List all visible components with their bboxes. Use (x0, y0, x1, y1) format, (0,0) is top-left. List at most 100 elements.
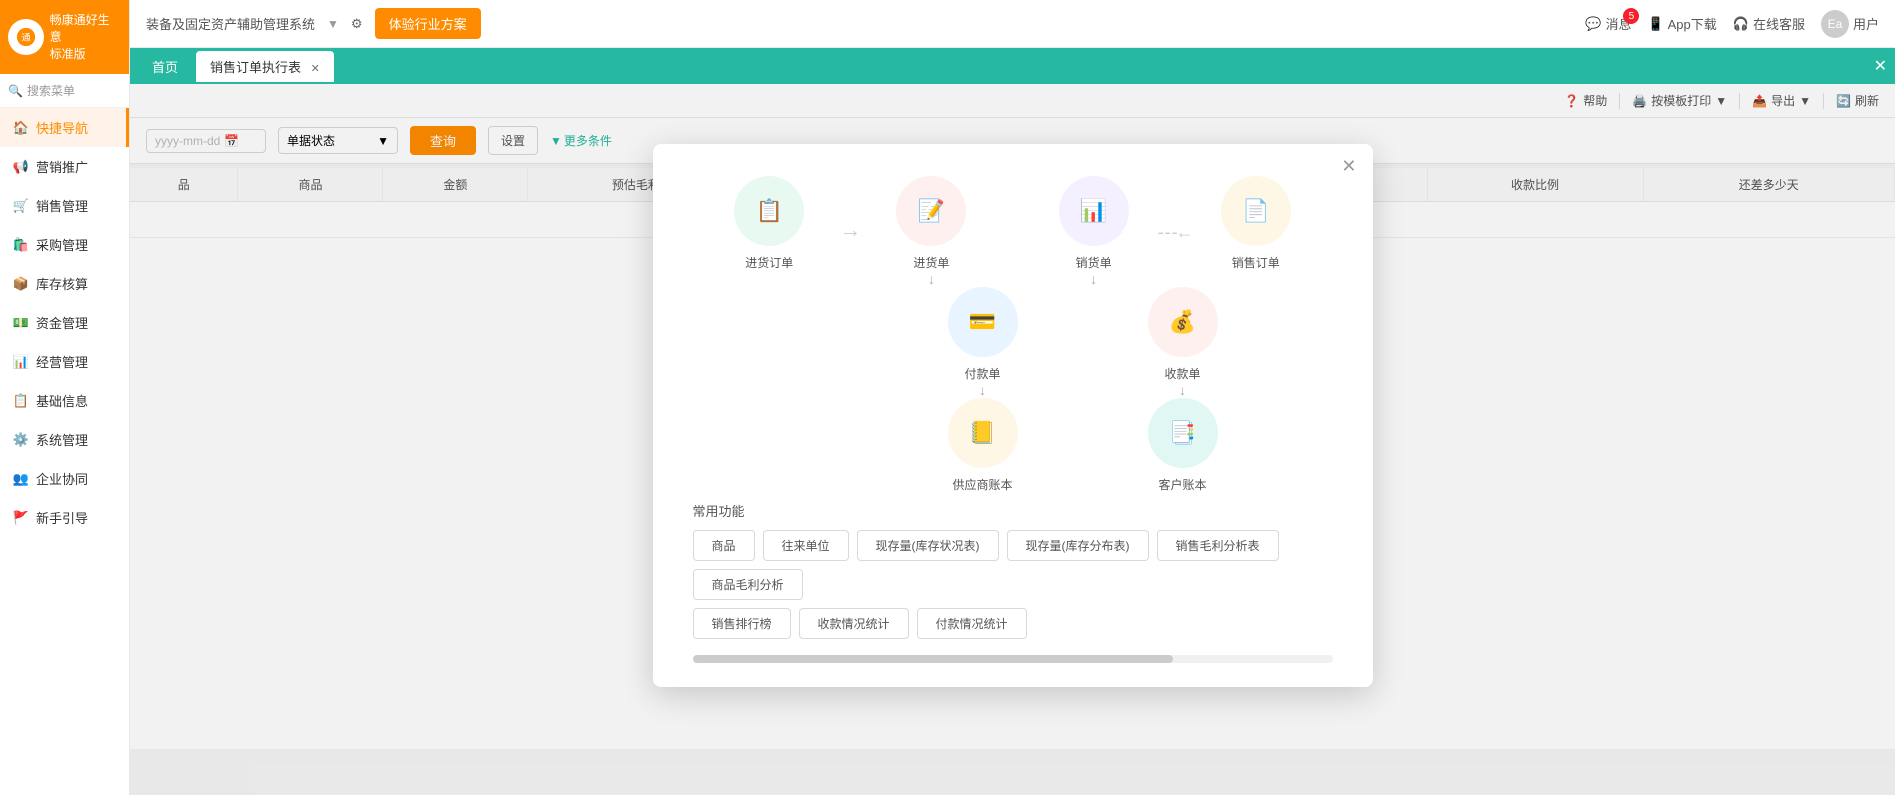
modal-scrollbar[interactable] (693, 655, 1333, 663)
sidebar-item-system[interactable]: ⚙️ 系统管理 (0, 420, 129, 459)
receipt-bill-label: 收款单 (1164, 365, 1200, 382)
sidebar-item-purchase[interactable]: 🛍️ 采购管理 (0, 225, 129, 264)
func-btn-sales-gross[interactable]: 销售毛利分析表 (1157, 530, 1279, 561)
common-funcs: 常用功能 商品 往来单位 现存量(库存状况表) 现存量(库存分布表) 销售毛利分… (693, 501, 1333, 639)
system-dropdown-icon[interactable]: ▼ (327, 17, 339, 31)
down-arrows-row-2: ↓ ↓ (693, 382, 1333, 398)
payment-bill-icon[interactable]: 💳 (948, 287, 1018, 357)
sidebar-item-marketing[interactable]: 📢 营销推广 (0, 147, 129, 186)
common-funcs-btns-2: 销售排行榜 收款情况统计 付款情况统计 (693, 608, 1333, 639)
flow-col-sales-bill: 📊 销货单 (1037, 176, 1151, 271)
customer-ledger-icon[interactable]: 📑 (1148, 398, 1218, 468)
chart-icon: 📊 (12, 353, 30, 371)
down-arrow-sales: ↓ (1037, 271, 1151, 287)
common-funcs-title: 常用功能 (693, 501, 1333, 520)
sidebar-item-quick-nav[interactable]: 🏠 快捷导航 (0, 108, 129, 147)
func-btn-sales-rank[interactable]: 销售排行榜 (693, 608, 791, 639)
sales-bill-icon[interactable]: 📊 (1059, 176, 1129, 246)
flow-mid-row: 💳 付款单 💰 收款单 (693, 287, 1333, 382)
func-btn-product[interactable]: 商品 (693, 530, 755, 561)
search-icon: 🔍 (8, 84, 23, 98)
settings-icon[interactable]: ⚙ (351, 16, 363, 32)
user-menu[interactable]: Ea 用户 (1821, 10, 1879, 38)
modal-scrollbar-thumb (693, 655, 1173, 663)
sidebar-item-enterprise[interactable]: 👥 企业协同 (0, 459, 129, 498)
sidebar-item-inventory[interactable]: 📦 库存核算 (0, 264, 129, 303)
sidebar-nav: 🏠 快捷导航 📢 营销推广 🛒 销售管理 🛍️ 采购管理 📦 库存核算 💵 (0, 108, 129, 795)
func-btn-counterparty[interactable]: 往来单位 (763, 530, 849, 561)
sidebar-item-sales[interactable]: 🛒 销售管理 (0, 186, 129, 225)
modal-close-btn[interactable]: ✕ (1341, 156, 1356, 177)
tabbar-close-btn[interactable]: ✕ (1874, 56, 1887, 76)
down-arrow-purchase: ↓ (875, 271, 989, 287)
arrow-right-1: → (826, 217, 875, 271)
sidebar: 通 畅康通好生意 标准版 🔍 搜索菜单 🏠 快捷导航 📢 营销推广 🛒 销售管理 (0, 0, 130, 795)
down-arrow-payment: ↓ (913, 382, 1053, 398)
sidebar-item-newbie[interactable]: 🚩 新手引导 (0, 498, 129, 537)
down-arrow-receipt: ↓ (1113, 382, 1253, 398)
flow-chart: 📋 进货订单 → 📝 进货单 (693, 176, 1333, 493)
flow-col-payment: 💳 付款单 (913, 287, 1053, 382)
flow-col-purchase-order: 📋 进货订单 (713, 176, 827, 271)
purchase-bill-label: 进货单 (913, 254, 949, 271)
func-btn-receipt-stats[interactable]: 收款情况统计 (799, 608, 909, 639)
common-funcs-btns: 商品 往来单位 现存量(库存状况表) 现存量(库存分布表) 销售毛利分析表 商品… (693, 530, 1333, 600)
purchase-order-label: 进货订单 (745, 254, 793, 271)
dollar-icon: 💵 (12, 314, 30, 332)
tab-close-btn[interactable]: ✕ (311, 63, 320, 75)
mobile-icon: 📱 (1647, 16, 1663, 32)
bag-icon: 🛍️ (12, 236, 30, 254)
spacer-1 (988, 243, 1037, 271)
supplier-ledger-icon[interactable]: 📒 (948, 398, 1018, 468)
arrow-dashed-left: - - -← (1150, 222, 1199, 271)
sales-order-icon[interactable]: 📄 (1221, 176, 1291, 246)
func-btn-stock-dist[interactable]: 现存量(库存分布表) (1007, 530, 1149, 561)
online-support-btn[interactable]: 🎧 在线客服 (1733, 14, 1805, 33)
sidebar-logo: 通 畅康通好生意 标准版 (0, 0, 129, 74)
flow-col-customer-ledger: 📑 客户账本 (1113, 398, 1253, 493)
main-content: 装备及固定资产辅助管理系统 ▼ ⚙ 体验行业方案 💬 消息 5 📱 App下载 … (130, 0, 1895, 795)
message-badge: 5 (1623, 8, 1639, 24)
func-btn-product-gross[interactable]: 商品毛利分析 (693, 569, 803, 600)
topbar: 装备及固定资产辅助管理系统 ▼ ⚙ 体验行业方案 💬 消息 5 📱 App下载 … (130, 0, 1895, 48)
tabbar: 首页 销售订单执行表 ✕ ✕ (130, 48, 1895, 84)
app-download-btn[interactable]: 📱 App下载 (1647, 14, 1716, 33)
flow-col-purchase-bill: 📝 进货单 (875, 176, 989, 271)
users-icon: 👥 (12, 470, 30, 488)
headset-icon: 🎧 (1733, 16, 1749, 32)
system-name: 装备及固定资产辅助管理系统 (146, 14, 315, 33)
flow-bot-row: 📒 供应商账本 📑 客户账本 (693, 398, 1333, 493)
sidebar-item-operations[interactable]: 📊 经营管理 (0, 342, 129, 381)
svg-text:通: 通 (21, 33, 30, 43)
message-icon: 💬 (1585, 16, 1601, 32)
search-menu[interactable]: 🔍 搜索菜单 (0, 74, 129, 108)
down-arrows-row: ↓ ↓ (693, 271, 1333, 287)
receipt-bill-icon[interactable]: 💰 (1148, 287, 1218, 357)
payment-bill-label: 付款单 (964, 365, 1000, 382)
tab-sales-order-exec[interactable]: 销售订单执行表 ✕ (196, 51, 334, 82)
purchase-order-icon[interactable]: 📋 (734, 176, 804, 246)
box-icon: 📦 (12, 275, 30, 293)
func-btn-stock-status[interactable]: 现存量(库存状况表) (857, 530, 999, 561)
purchase-bill-icon[interactable]: 📝 (896, 176, 966, 246)
content-area: ❓ 帮助 🖨️ 按模板打印 ▼ 📤 导出 ▼ 🔄 刷 (130, 84, 1895, 795)
quick-nav-modal: ✕ 📋 进货订单 → (653, 144, 1373, 687)
list-icon: 📋 (12, 392, 30, 410)
experience-btn[interactable]: 体验行业方案 (375, 8, 481, 39)
sidebar-item-finance[interactable]: 💵 资金管理 (0, 303, 129, 342)
sales-order-label: 销售订单 (1232, 254, 1280, 271)
avatar: Ea (1821, 10, 1849, 38)
logo-text: 畅康通好生意 标准版 (50, 12, 121, 62)
flag-icon: 🚩 (12, 509, 30, 527)
sales-bill-label: 销货单 (1076, 254, 1112, 271)
home-icon: 🏠 (12, 119, 30, 137)
logo-icon: 通 (8, 19, 44, 55)
megaphone-icon: 📢 (12, 158, 30, 176)
tab-home[interactable]: 首页 (138, 51, 192, 82)
flow-col-receipt: 💰 收款单 (1113, 287, 1253, 382)
message-btn[interactable]: 💬 消息 5 (1585, 14, 1631, 33)
sidebar-item-basic-info[interactable]: 📋 基础信息 (0, 381, 129, 420)
func-btn-payment-stats[interactable]: 付款情况统计 (917, 608, 1027, 639)
supplier-ledger-label: 供应商账本 (952, 476, 1012, 493)
gear-icon: ⚙️ (12, 431, 30, 449)
